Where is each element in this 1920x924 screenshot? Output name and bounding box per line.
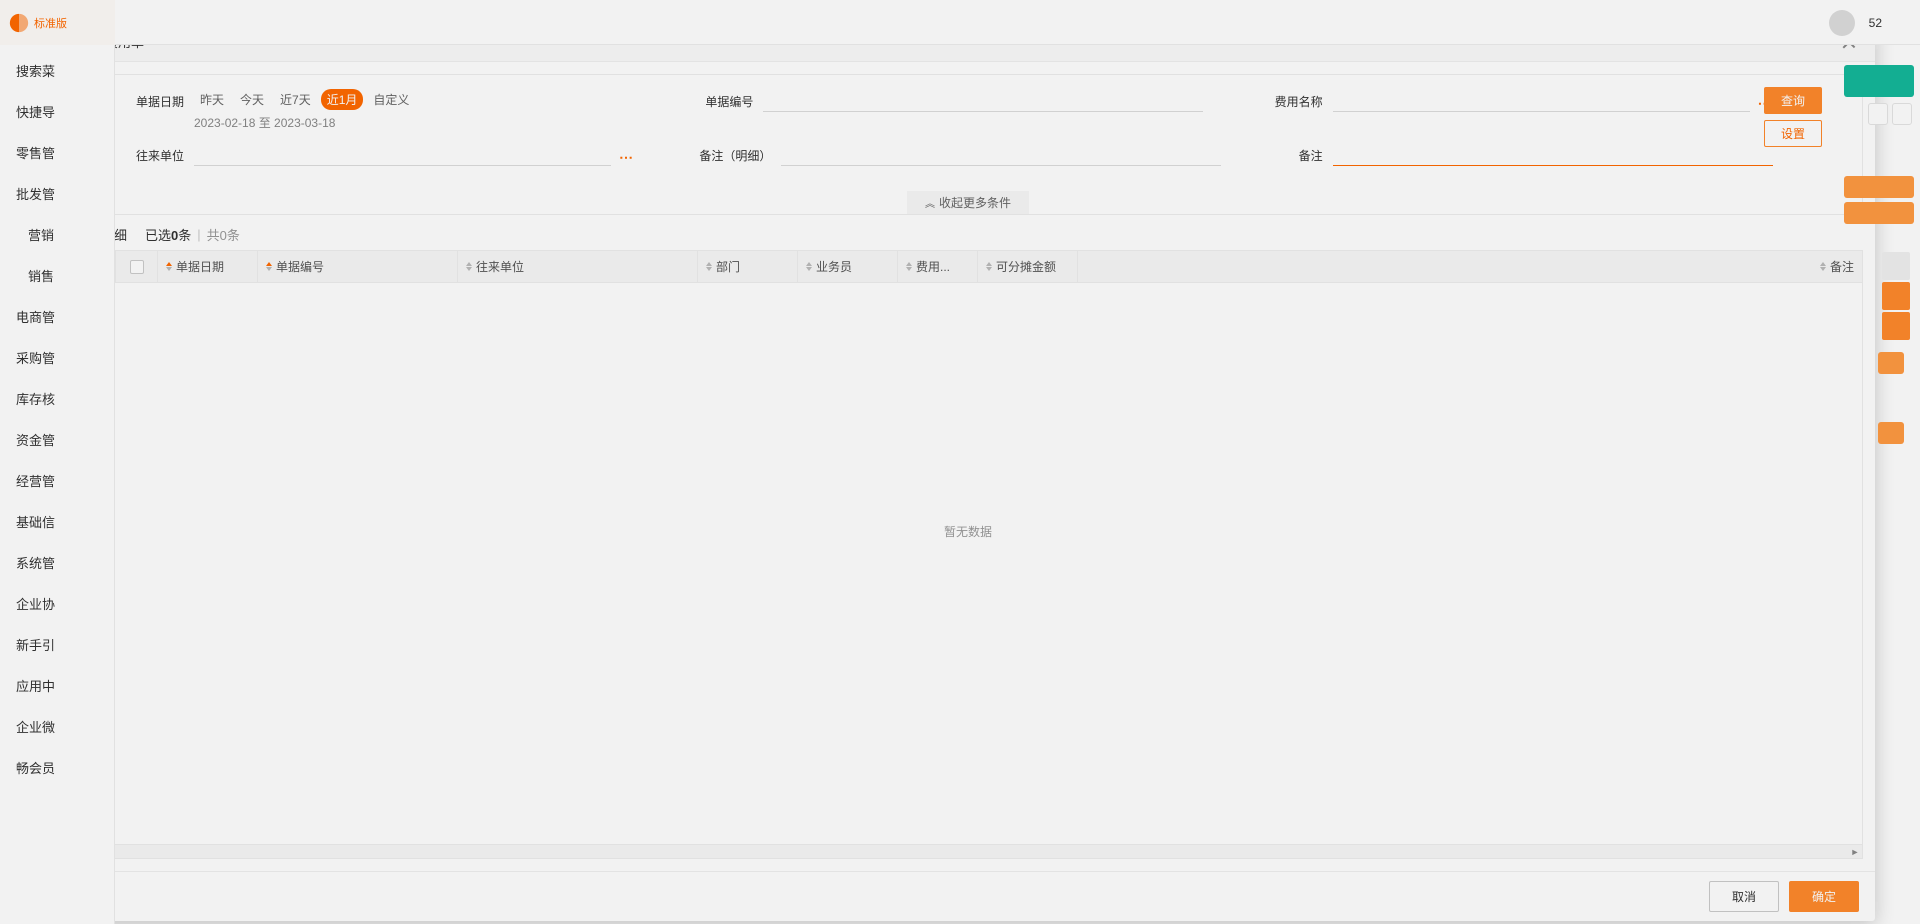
modal-overlay [0,0,1920,924]
